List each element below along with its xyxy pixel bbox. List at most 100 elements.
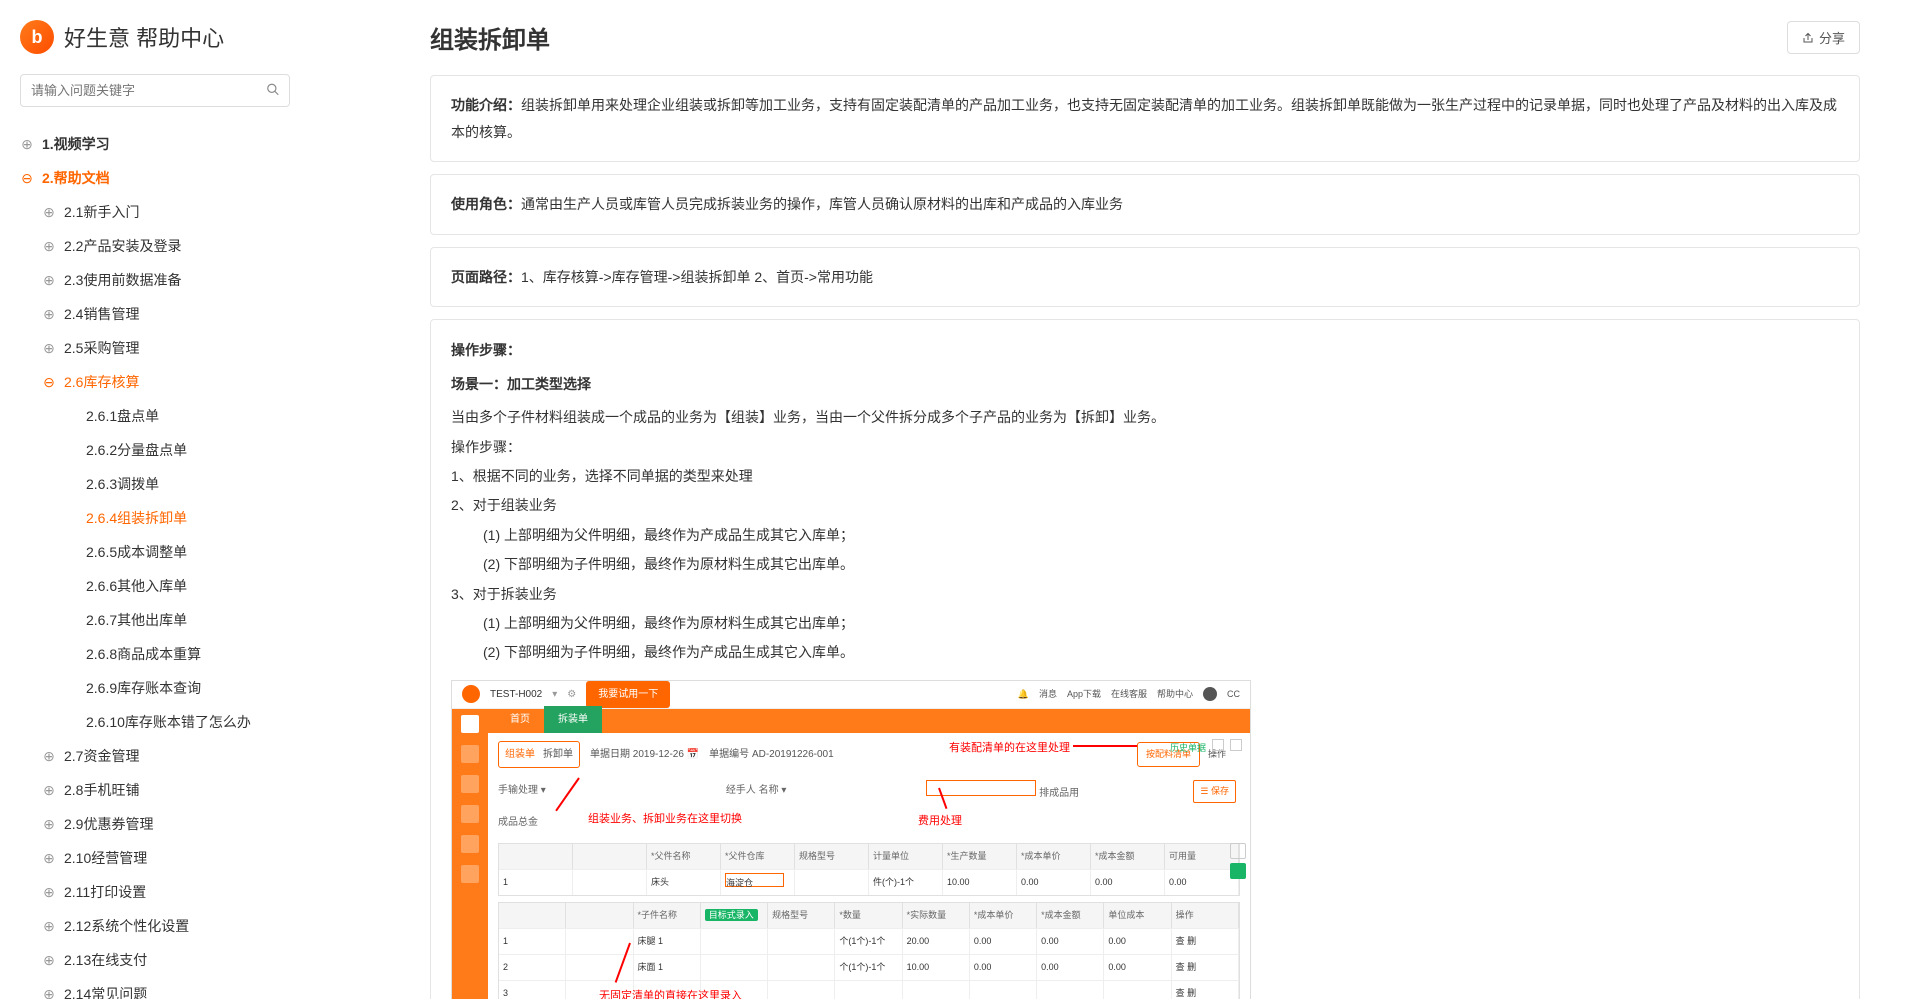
nav-2-11[interactable]: ⊕2.11打印设置: [42, 875, 290, 909]
nav-icon-4: [461, 835, 479, 853]
main-content: 组装拆卸单 分享 功能介绍：组装拆卸单用来处理企业组装或拆卸等加工业务，支持有固…: [310, 0, 1920, 999]
chevron-down-icon: ▾: [552, 684, 557, 705]
plus-icon: ⊕: [42, 987, 56, 999]
nav-2-5[interactable]: ⊕2.5采购管理: [42, 331, 290, 365]
ss-main: 首页 拆装单 组装单 拆卸单 单据日期 2019-12-26 📅 单据编号 AD…: [488, 709, 1250, 999]
home-icon: [461, 715, 479, 733]
nav-2-3[interactable]: ⊕2.3使用前数据准备: [42, 263, 290, 297]
ss-type-radio: 组装单 拆卸单: [498, 741, 580, 768]
nav-2-1[interactable]: ⊕2.1新手入门: [42, 195, 290, 229]
plus-icon: ⊕: [42, 919, 56, 933]
ss-annotation-3: 费用处理: [918, 810, 962, 833]
scene1-title: 场景一：加工类型选择: [451, 370, 1839, 399]
app-title: 好生意 帮助中心: [64, 21, 224, 53]
plus-icon: ⊕: [42, 341, 56, 355]
nav-icon-5: [461, 865, 479, 883]
arrow-icon: [1073, 745, 1138, 747]
nav-2-6-5[interactable]: 2.6.5成本调整单: [86, 535, 290, 569]
step3-1: (1) 上部明细为父件明细，最终作为原材料生成其它出库单；: [451, 609, 1839, 638]
step3-2: (2) 下部明细为子件明细，最终作为产成品生成其它入库单。: [451, 638, 1839, 667]
steps-title: 操作步骤：: [451, 336, 1839, 365]
minus-icon: ⊖: [42, 375, 56, 389]
avatar-icon: [1203, 687, 1217, 701]
share-button[interactable]: 分享: [1787, 21, 1860, 54]
nav-2-8[interactable]: ⊕2.8手机旺铺: [42, 773, 290, 807]
intro-label: 功能介绍：: [451, 97, 521, 113]
intro-box: 功能介绍：组装拆卸单用来处理企业组装或拆卸等加工业务，支持有固定装配清单的产品加…: [430, 75, 1860, 162]
scene1-desc: 当由多个子件材料组装成一个成品的业务为【组装】业务，当由一个父件拆分成多个子产品…: [451, 403, 1839, 432]
nav-2-10[interactable]: ⊕2.10经营管理: [42, 841, 290, 875]
ss-right-toolbar: [1228, 839, 1250, 883]
plus-icon: ⊕: [42, 307, 56, 321]
nav-tree: ⊕1.视频学习 ⊖2.帮助文档 ⊕2.1新手入门 ⊕2.2产品安装及登录 ⊕2.…: [20, 127, 290, 999]
plus-icon: ⊕: [42, 885, 56, 899]
step3: 3、对于拆装业务: [451, 580, 1839, 609]
nav-2-6-10[interactable]: 2.6.10库存账本错了怎么办: [86, 705, 290, 739]
nav-2-6-2[interactable]: 2.6.2分量盘点单: [86, 433, 290, 467]
steps-label: 操作步骤：: [451, 433, 1839, 462]
plus-icon: ⊕: [42, 851, 56, 865]
nav-2-9[interactable]: ⊕2.9优惠券管理: [42, 807, 290, 841]
search-input[interactable]: [20, 74, 290, 107]
nav-video[interactable]: ⊕1.视频学习: [20, 127, 290, 161]
step2-2: (2) 下部明细为子件明细，最终作为原材料生成其它出库单。: [451, 550, 1839, 579]
grid-icon: [1212, 739, 1224, 751]
role-box: 使用角色：通常由生产人员或库管人员完成拆装业务的操作，库管人员确认原材料的出库和…: [430, 174, 1860, 235]
nav-2-6-9[interactable]: 2.6.9库存账本查询: [86, 671, 290, 705]
step2-1: (1) 上部明细为父件明细，最终作为产成品生成其它入库单；: [451, 521, 1839, 550]
search-box: [20, 74, 290, 107]
nav-2-7[interactable]: ⊕2.7资金管理: [42, 739, 290, 773]
nav-2-4[interactable]: ⊕2.4销售管理: [42, 297, 290, 331]
plus-icon: ⊕: [42, 273, 56, 287]
nav-2-6[interactable]: ⊖2.6库存核算: [42, 365, 290, 399]
ss-header-right: 🔔消息 App下载 在线客服 帮助中心 CC: [1018, 685, 1240, 704]
minus-icon: ⊖: [20, 171, 34, 185]
ss-sidenav: [452, 709, 488, 999]
nav-2-6-8[interactable]: 2.6.8商品成本重算: [86, 637, 290, 671]
ss-child-table: *子件名称目标式录入规格型号*数量*实际数量*成本单价*成本金额单位成本操作 1…: [498, 902, 1240, 999]
nav-2-6-7[interactable]: 2.6.7其他出库单: [86, 603, 290, 637]
share-icon: [1802, 32, 1814, 44]
ss-save-button: ☰ 保存: [1193, 780, 1236, 803]
sidebar: b 好生意 帮助中心 ⊕1.视频学习 ⊖2.帮助文档 ⊕2.1新手入门 ⊕2.2…: [0, 0, 310, 999]
ss-user: TEST-H002: [490, 684, 542, 705]
role-label: 使用角色：: [451, 196, 521, 212]
nav-icon-1: [461, 745, 479, 763]
ss-annotation-4: 无固定清单的直接在这里录入: [599, 985, 742, 999]
path-text: 1、库存核算->库存管理->组装拆卸单 2、首页->常用功能: [521, 269, 873, 285]
ss-tab-assembly: 拆装单: [544, 706, 602, 733]
tool-icon-active: [1230, 863, 1246, 879]
ss-parent-table: *父件名称*父件仓库规格型号计量单位*生产数量*成本单价*成本金额可用量 1床头…: [498, 843, 1240, 897]
col-icon: [1230, 739, 1242, 751]
steps-block: 操作步骤： 场景一：加工类型选择 当由多个子件材料组装成一个成品的业务为【组装】…: [430, 319, 1860, 999]
logo-row: b 好生意 帮助中心: [20, 20, 290, 54]
page-title: 组装拆卸单: [430, 20, 550, 55]
plus-icon: ⊕: [42, 953, 56, 967]
path-label: 页面路径：: [451, 269, 521, 285]
ss-header: TEST-H002 ▾ ⚙ 我要试用一下 🔔消息 App下载 在线客服 帮助中心…: [452, 681, 1250, 709]
nav-2-13[interactable]: ⊕2.13在线支付: [42, 943, 290, 977]
ss-radio-assembly: 组装单: [505, 744, 535, 765]
nav-2-6-4[interactable]: 2.6.4组装拆卸单: [86, 501, 290, 535]
ss-radio-disassembly: 拆卸单: [543, 744, 573, 765]
plus-icon: ⊕: [42, 817, 56, 831]
nav-2-14[interactable]: ⊕2.14常见问题: [42, 977, 290, 999]
nav-icon-2: [461, 775, 479, 793]
nav-2-12[interactable]: ⊕2.12系统个性化设置: [42, 909, 290, 943]
gear-icon: ⚙: [567, 684, 576, 705]
ss-cost-input: [926, 780, 1036, 796]
nav-2-6-1[interactable]: 2.6.1盘点单: [86, 399, 290, 433]
nav-2-2[interactable]: ⊕2.2产品安装及登录: [42, 229, 290, 263]
plus-icon: ⊕: [20, 137, 34, 151]
plus-icon: ⊕: [42, 205, 56, 219]
nav-help-docs[interactable]: ⊖2.帮助文档: [20, 161, 290, 195]
nav-2-6-3[interactable]: 2.6.3调拨单: [86, 467, 290, 501]
nav-2-6-6[interactable]: 2.6.6其他入库单: [86, 569, 290, 603]
bell-icon: 🔔: [1018, 685, 1029, 704]
ss-annotation-1: 有装配清单的在这里处理: [949, 737, 1070, 760]
ss-tab-home: 首页: [496, 706, 544, 733]
tool-icon: [1230, 843, 1246, 859]
embedded-screenshot: TEST-H002 ▾ ⚙ 我要试用一下 🔔消息 App下载 在线客服 帮助中心…: [451, 680, 1251, 999]
ss-try-button: 我要试用一下: [586, 681, 670, 708]
search-icon[interactable]: [266, 82, 280, 99]
